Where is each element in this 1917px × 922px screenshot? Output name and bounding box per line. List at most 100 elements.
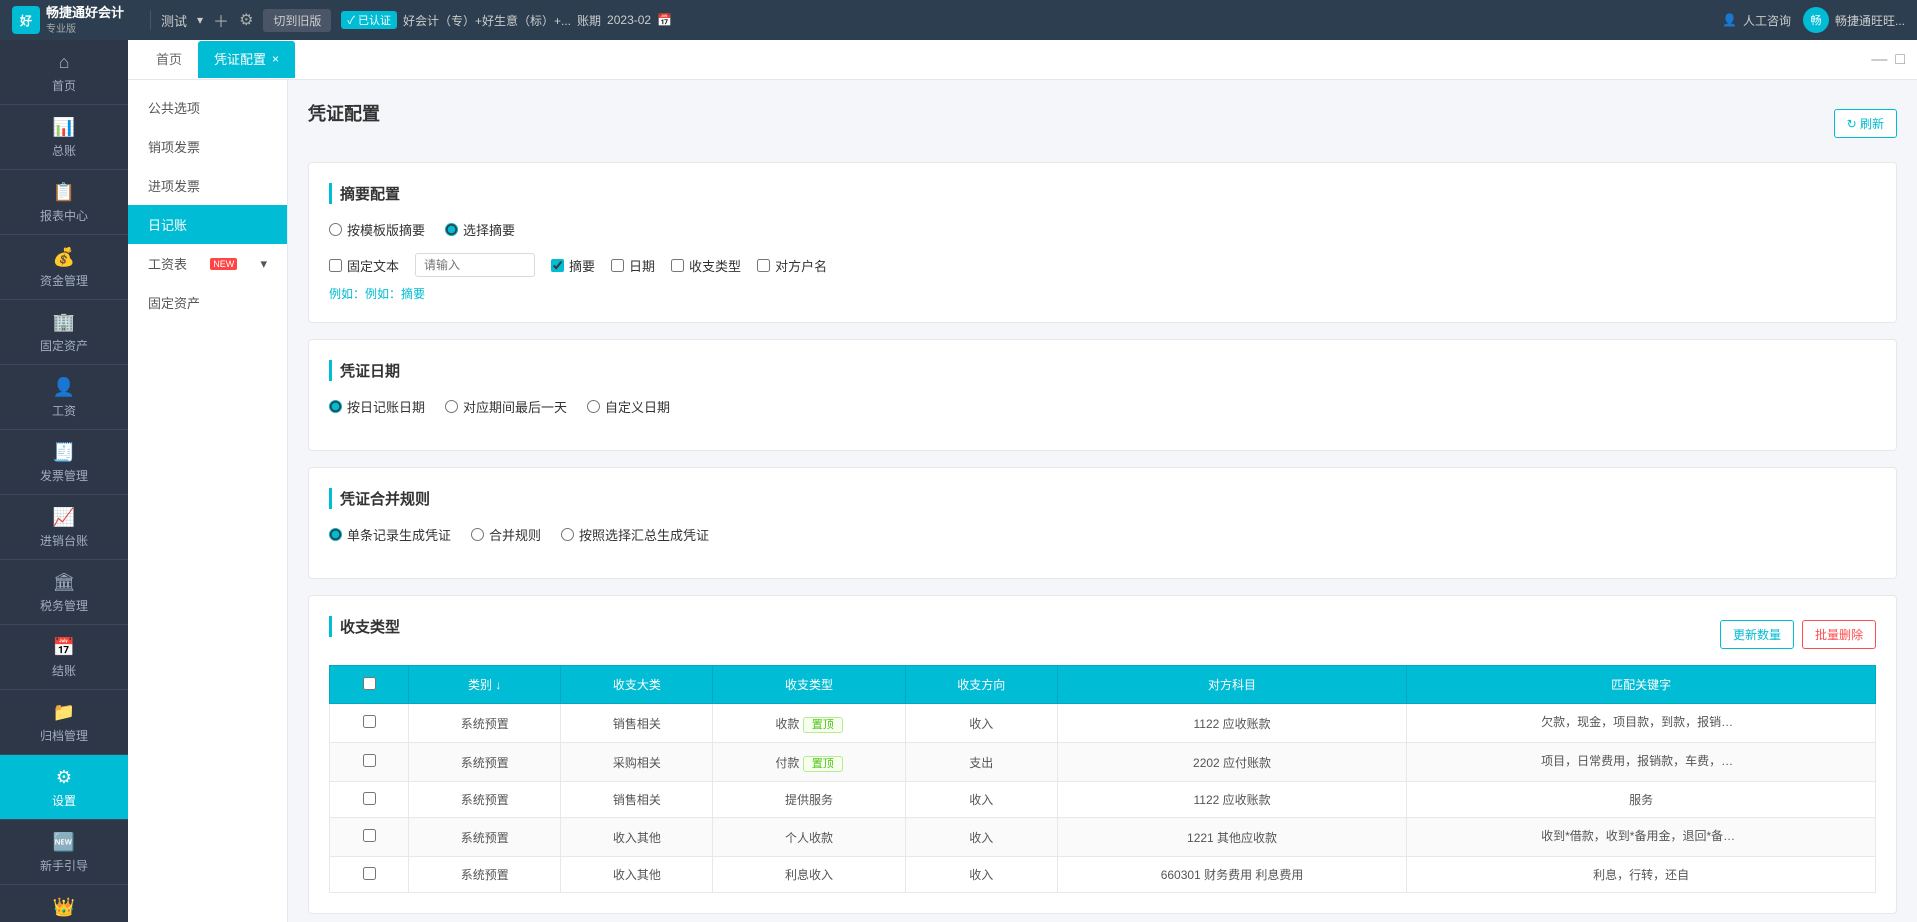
topbar-add-btn[interactable]: ＋ xyxy=(213,8,229,32)
summary-checkbox-row: 固定文本 摘要 日期 xyxy=(329,253,1876,277)
update-qty-btn[interactable]: 更新数量 xyxy=(1720,620,1794,649)
td-subject-3: 1122 应收账款 xyxy=(1057,782,1406,818)
user-menu[interactable]: 畅 畅捷通旺旺... xyxy=(1803,7,1905,33)
fixed-text-input[interactable] xyxy=(415,253,535,277)
sidebar-label-home: 首页 xyxy=(52,77,76,94)
row-checkbox-4[interactable] xyxy=(363,829,376,842)
table-row: 系统预置 销售相关 提供服务 收入 1122 应收账款 服务 xyxy=(330,782,1876,818)
sidebar-label-archive: 归档管理 xyxy=(40,727,88,744)
sub-nav-sales-invoice[interactable]: 销项发票 xyxy=(128,127,287,166)
topbar-status-area: ✓ 已认证 好会计（专）+好生意（标）+... 账期 2023-02 📅 xyxy=(341,11,672,29)
guide-icon: 🆕 xyxy=(53,832,75,853)
topbar-dropdown-arrow[interactable]: ▾ xyxy=(197,13,203,27)
sidebar-label-guide: 新手引导 xyxy=(40,857,88,874)
invoice-icon: 🧾 xyxy=(53,442,75,463)
window-minimize-btn[interactable]: — xyxy=(1871,51,1887,69)
reports-icon: 📋 xyxy=(53,182,75,203)
user-avatar: 畅 xyxy=(1803,7,1829,33)
row-checkbox-1[interactable] xyxy=(363,715,376,728)
radio-single[interactable]: 单条记录生成凭证 xyxy=(329,525,451,544)
counterpart-checkbox[interactable]: 对方户名 xyxy=(757,256,827,275)
td-category-4: 系统预置 xyxy=(409,818,561,857)
sidebar-item-payroll[interactable]: 👤 工资 xyxy=(0,365,128,430)
sidebar-item-reports[interactable]: 📋 报表中心 xyxy=(0,170,128,235)
td-direction-5: 收入 xyxy=(905,857,1057,893)
radio-merge-rules[interactable]: 合并规则 xyxy=(471,525,541,544)
sidebar-item-home[interactable]: ⌂ 首页 xyxy=(0,40,128,105)
th-direction[interactable]: 收支方向 xyxy=(905,666,1057,704)
sub-nav: 公共选项 销项发票 进项发票 日记账 工资表 NEW ▾ xyxy=(128,80,288,922)
batch-delete-btn[interactable]: 批量删除 xyxy=(1802,620,1876,649)
sidebar-item-assets[interactable]: 🏢 固定资产 xyxy=(0,300,128,365)
badge-top-1: 置顶 xyxy=(803,717,843,733)
td-major-4: 收入其他 xyxy=(561,818,713,857)
td-keywords-3: 服务 xyxy=(1407,782,1876,818)
table-row: 系统预置 采购相关 付款 置顶 支出 2202 应付账款 项目，日常费用，报销款… xyxy=(330,743,1876,782)
income-type-checkbox[interactable]: 收支类型 xyxy=(671,256,741,275)
sidebar-item-invoice[interactable]: 🧾 发票管理 xyxy=(0,430,128,495)
sidebar-item-settings[interactable]: ⚙ 设置 xyxy=(0,755,128,820)
logo: 好 畅捷通好会计 专业版 xyxy=(12,5,140,36)
td-direction-1: 收入 xyxy=(905,704,1057,743)
topbar-settings-btn[interactable]: ⚙ xyxy=(239,10,253,30)
sidebar-item-tax[interactable]: 🏛 税务管理 xyxy=(0,560,128,625)
sub-nav-journal[interactable]: 日记账 xyxy=(128,205,287,244)
td-type-3: 提供服务 xyxy=(713,782,905,818)
topbar-calendar-icon[interactable]: 📅 xyxy=(657,13,672,27)
sidebar-label-payroll: 工资 xyxy=(52,402,76,419)
date-radio-group: 按日记账日期 对应期间最后一天 自定义日期 xyxy=(329,397,1876,416)
tab-home[interactable]: 首页 xyxy=(140,41,198,78)
sidebar-item-close[interactable]: 📅 结账 xyxy=(0,625,128,690)
content-area: 首页 凭证配置 × — □ 公共选项 销项发票 xyxy=(128,40,1917,922)
topbar-period: 2023-02 xyxy=(607,13,651,27)
radio-summary-gen[interactable]: 按照选择汇总生成凭证 xyxy=(561,525,709,544)
th-subject[interactable]: 对方科目 xyxy=(1057,666,1406,704)
td-keywords-5: 利息，行转，还自 xyxy=(1407,857,1876,893)
th-type[interactable]: 收支类型 xyxy=(713,666,905,704)
sub-nav-public[interactable]: 公共选项 xyxy=(128,88,287,127)
select-all-checkbox[interactable] xyxy=(363,677,376,690)
sidebar-item-archive[interactable]: 📁 归档管理 xyxy=(0,690,128,755)
right-content: 凭证配置 ↻ 刷新 摘要配置 按模板版摘要 xyxy=(288,80,1917,922)
date-title: 凭证日期 xyxy=(329,360,1876,381)
radio-journal-date[interactable]: 按日记账日期 xyxy=(329,397,425,416)
td-category-1: 系统预置 xyxy=(409,704,561,743)
window-maximize-btn[interactable]: □ xyxy=(1895,51,1905,69)
home-icon: ⌂ xyxy=(59,52,70,73)
sub-nav-fixed-assets[interactable]: 固定资产 xyxy=(128,283,287,322)
switch-version-btn[interactable]: 切到旧版 xyxy=(263,9,331,32)
sidebar-item-guide[interactable]: 🆕 新手引导 xyxy=(0,820,128,885)
sub-nav-payroll-table[interactable]: 工资表 NEW ▾ xyxy=(128,244,287,283)
summary-checkbox[interactable]: 摘要 xyxy=(551,256,595,275)
th-category[interactable]: 类别 ↓ xyxy=(409,666,561,704)
topbar: 好 畅捷通好会计 专业版 测试 ▾ ＋ ⚙ 切到旧版 ✓ 已认证 好会计（专）+… xyxy=(0,0,1917,40)
radio-last-day[interactable]: 对应期间最后一天 xyxy=(445,397,567,416)
sidebar-item-ledger[interactable]: 📊 总账 xyxy=(0,105,128,170)
radio-select[interactable]: 选择摘要 xyxy=(445,220,515,239)
funds-icon: 💰 xyxy=(53,247,75,268)
radio-custom-date[interactable]: 自定义日期 xyxy=(587,397,670,416)
sub-nav-purchase-invoice[interactable]: 进项发票 xyxy=(128,166,287,205)
refresh-btn[interactable]: ↻ 刷新 xyxy=(1834,109,1897,138)
td-type-2: 付款 置顶 xyxy=(713,743,905,782)
td-major-1: 销售相关 xyxy=(561,704,713,743)
consult-btn[interactable]: 👤 人工咨询 xyxy=(1722,12,1791,29)
th-keywords[interactable]: 匹配关键字 xyxy=(1407,666,1876,704)
sidebar-item-purchase-sales[interactable]: 📈 进销台账 xyxy=(0,495,128,560)
tab-close-btn[interactable]: × xyxy=(272,52,279,66)
td-major-5: 收入其他 xyxy=(561,857,713,893)
row-checkbox-3[interactable] xyxy=(363,792,376,805)
tab-voucher-config[interactable]: 凭证配置 × xyxy=(198,41,295,78)
tab-actions: — □ xyxy=(1871,51,1905,69)
fixed-text-checkbox[interactable]: 固定文本 xyxy=(329,256,399,275)
date-checkbox[interactable]: 日期 xyxy=(611,256,655,275)
row-checkbox-2[interactable] xyxy=(363,754,376,767)
sidebar-item-funds[interactable]: 💰 资金管理 xyxy=(0,235,128,300)
th-major[interactable]: 收支大类 xyxy=(561,666,713,704)
sidebar-item-member[interactable]: 👑 畅会员 xyxy=(0,885,128,922)
radio-template[interactable]: 按模板版摘要 xyxy=(329,220,425,239)
row-checkbox-5[interactable] xyxy=(363,867,376,880)
topbar-separator xyxy=(150,10,151,30)
td-keywords-1: 欠款，现金，项目款，到款，报销款，汇入，... xyxy=(1407,704,1876,743)
sidebar-label-invoice: 发票管理 xyxy=(40,467,88,484)
